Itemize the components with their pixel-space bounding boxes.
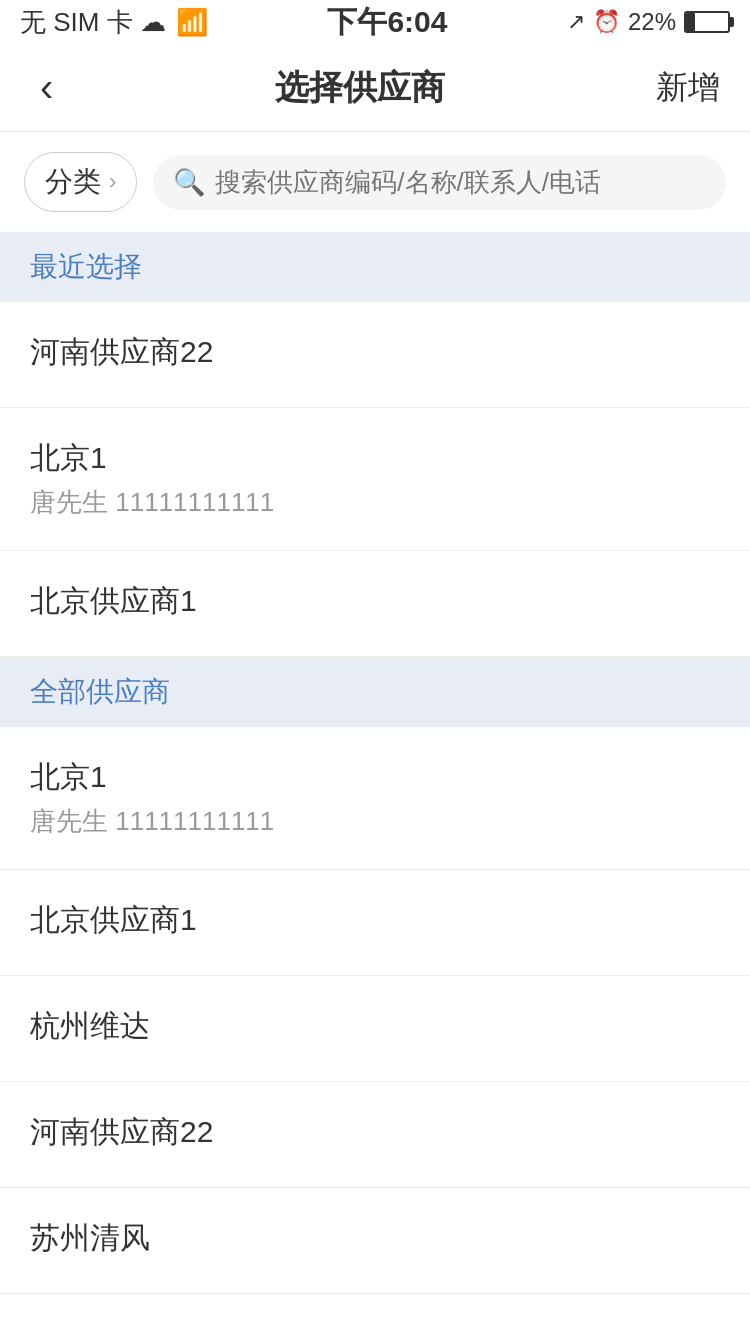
sim-status: 无 SIM 卡 ☁ <box>20 5 166 40</box>
back-button[interactable]: ‹ <box>30 55 63 120</box>
search-input[interactable] <box>215 167 706 198</box>
status-time: 下午6:04 <box>327 2 447 43</box>
recent-list: 河南供应商22 北京1 唐先生 11111111111 北京供应商1 <box>0 302 750 657</box>
status-right: ↗ ⏰ 22% <box>567 8 730 36</box>
search-bar: 🔍 <box>153 155 726 210</box>
all-section-label: 全部供应商 <box>30 676 170 707</box>
filter-bar: 分类 › 🔍 <box>0 132 750 232</box>
list-item[interactable]: 苏州清风 <box>0 1188 750 1294</box>
add-button[interactable]: 新增 <box>656 66 720 110</box>
chevron-right-icon: › <box>109 169 116 195</box>
item-name: 北京供应商1 <box>30 900 720 941</box>
battery-percent: 22% <box>628 8 676 36</box>
status-bar: 无 SIM 卡 ☁ 📶 下午6:04 ↗ ⏰ 22% <box>0 0 750 44</box>
search-icon: 🔍 <box>173 167 205 198</box>
item-name: 河南供应商22 <box>30 1112 720 1153</box>
item-name: 北京1 <box>30 438 720 479</box>
battery-icon <box>684 11 730 33</box>
list-item[interactable]: 北京1 唐先生 11111111111 <box>0 408 750 551</box>
item-name: 北京1 <box>30 757 720 798</box>
all-list: 北京1 唐先生 11111111111 北京供应商1 杭州维达河南供应商22 苏州清风 <box>0 727 750 1294</box>
item-detail: 唐先生 11111111111 <box>30 485 720 520</box>
list-item[interactable]: 北京供应商1 <box>0 551 750 657</box>
wifi-icon: 📶 <box>176 7 208 38</box>
list-item[interactable]: 河南供应商22 <box>0 1082 750 1188</box>
page-title: 选择供应商 <box>275 65 445 111</box>
list-item[interactable]: 杭州维达 <box>0 976 750 1082</box>
item-detail: 唐先生 11111111111 <box>30 804 720 839</box>
location-icon: ↗ <box>567 9 585 35</box>
recent-section-header: 最近选择 <box>0 232 750 302</box>
all-section-header: 全部供应商 <box>0 657 750 727</box>
list-item[interactable]: 河南供应商22 <box>0 302 750 408</box>
recent-section-label: 最近选择 <box>30 251 142 282</box>
list-item[interactable]: 北京1 唐先生 11111111111 <box>0 727 750 870</box>
item-name: 北京供应商1 <box>30 581 720 622</box>
status-left: 无 SIM 卡 ☁ 📶 <box>20 5 208 40</box>
alarm-icon: ⏰ <box>593 9 620 35</box>
category-label: 分类 <box>45 163 101 201</box>
item-name: 河南供应商22 <box>30 332 720 373</box>
list-item[interactable]: 北京供应商1 <box>0 870 750 976</box>
item-name: 杭州维达 <box>30 1006 720 1047</box>
nav-bar: ‹ 选择供应商 新增 <box>0 44 750 132</box>
item-name: 苏州清风 <box>30 1218 720 1259</box>
category-button[interactable]: 分类 › <box>24 152 137 212</box>
